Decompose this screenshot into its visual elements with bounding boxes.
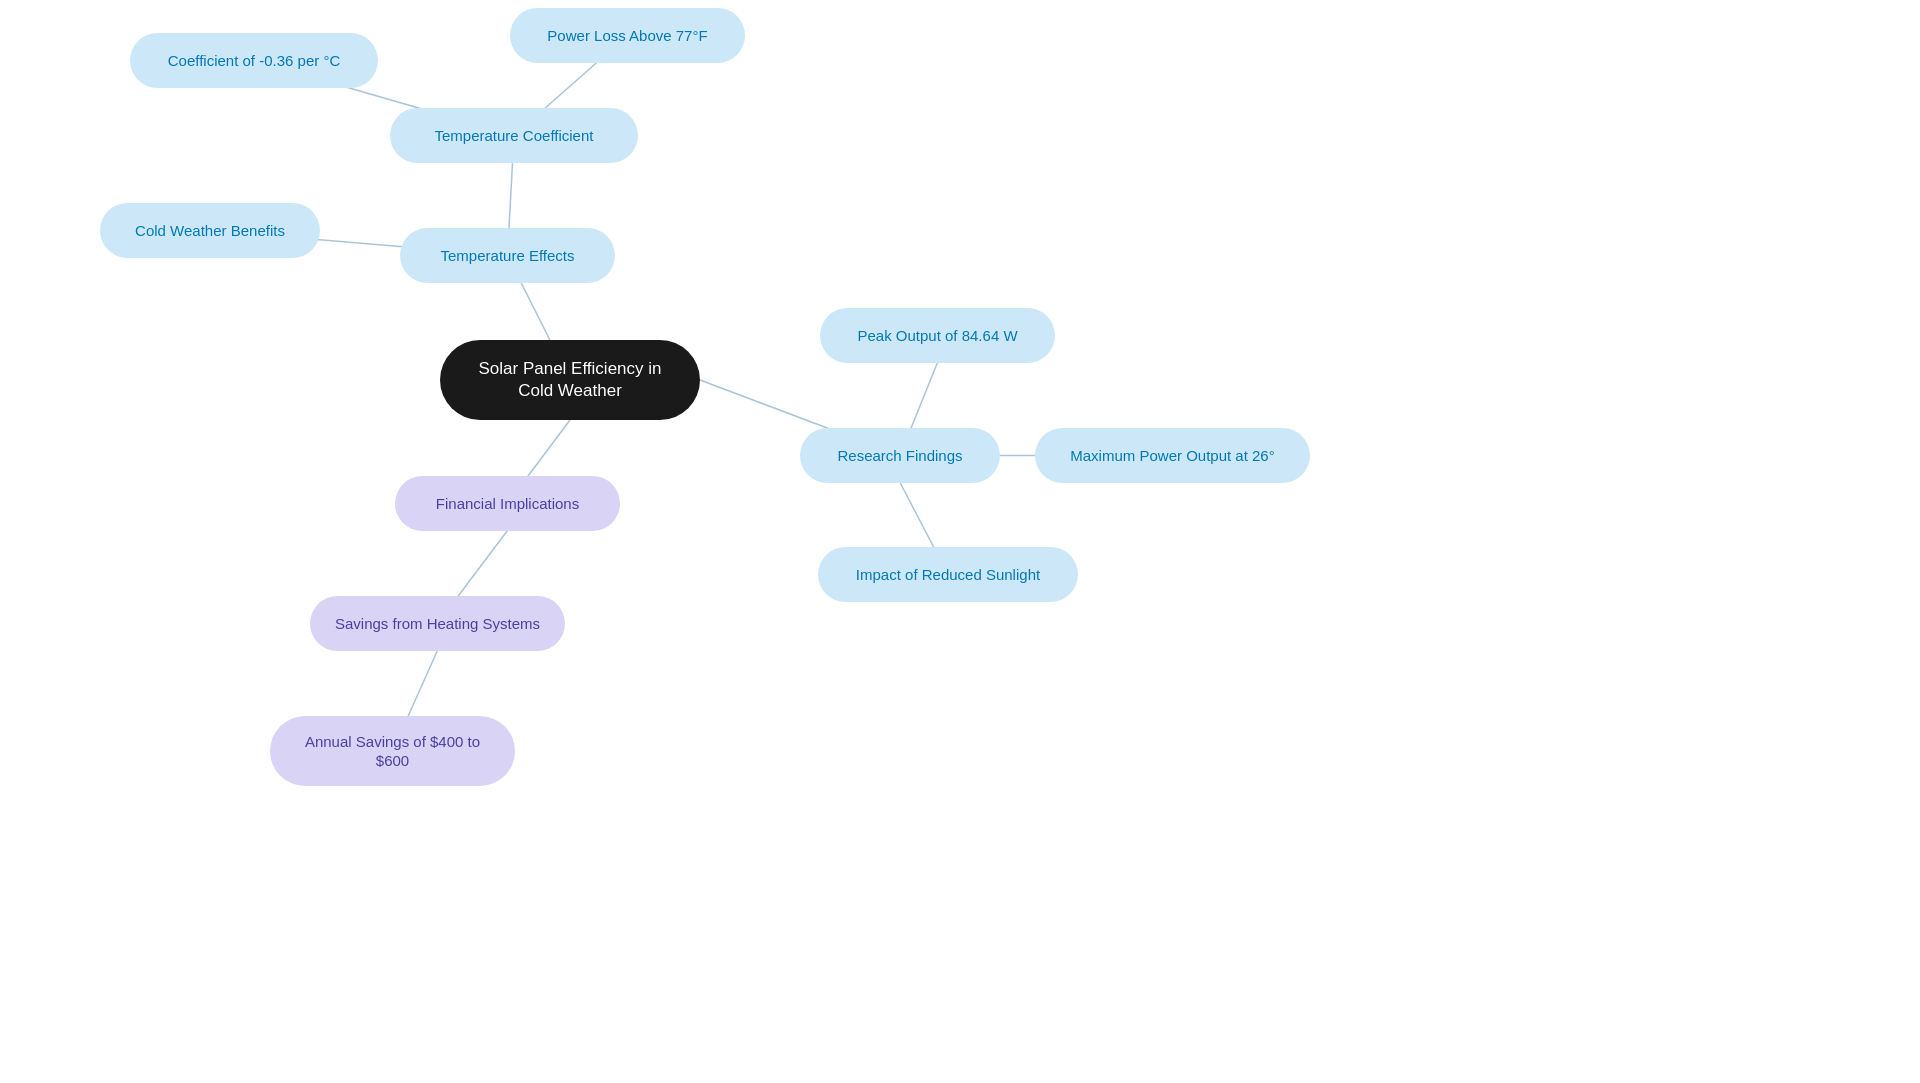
reduced-sunlight-label: Impact of Reduced Sunlight xyxy=(838,565,1058,585)
coeff-value-node: Coefficient of -0.36 per °C xyxy=(130,33,378,88)
cold-weather-node: Cold Weather Benefits xyxy=(100,203,320,258)
peak-output-label: Peak Output of 84.64 W xyxy=(839,326,1035,346)
savings-heating-label: Savings from Heating Systems xyxy=(317,614,558,634)
power-loss-node: Power Loss Above 77°F xyxy=(510,8,745,63)
peak-output-node: Peak Output of 84.64 W xyxy=(820,308,1055,363)
savings-heating-node: Savings from Heating Systems xyxy=(310,596,565,651)
financial-node: Financial Implications xyxy=(395,476,620,531)
reduced-sunlight-node: Impact of Reduced Sunlight xyxy=(818,547,1078,602)
coeff-value-label: Coefficient of -0.36 per °C xyxy=(150,51,358,71)
temp-effects-label: Temperature Effects xyxy=(423,246,593,266)
annual-savings-node: Annual Savings of $400 to $600 xyxy=(270,716,515,786)
cold-weather-label: Cold Weather Benefits xyxy=(117,221,303,241)
financial-label: Financial Implications xyxy=(418,494,597,514)
temp-coeff-node: Temperature Coefficient xyxy=(390,108,638,163)
annual-savings-label: Annual Savings of $400 to $600 xyxy=(270,732,515,771)
center-label: Solar Panel Efficiency in Cold Weather xyxy=(440,358,700,402)
power-loss-label: Power Loss Above 77°F xyxy=(529,26,725,46)
temp-effects-node: Temperature Effects xyxy=(400,228,615,283)
center-node: Solar Panel Efficiency in Cold Weather xyxy=(440,340,700,420)
temp-coeff-label: Temperature Coefficient xyxy=(417,126,612,146)
research-label: Research Findings xyxy=(819,446,980,466)
max-power-node: Maximum Power Output at 26° xyxy=(1035,428,1310,483)
research-node: Research Findings xyxy=(800,428,1000,483)
max-power-label: Maximum Power Output at 26° xyxy=(1052,446,1292,466)
